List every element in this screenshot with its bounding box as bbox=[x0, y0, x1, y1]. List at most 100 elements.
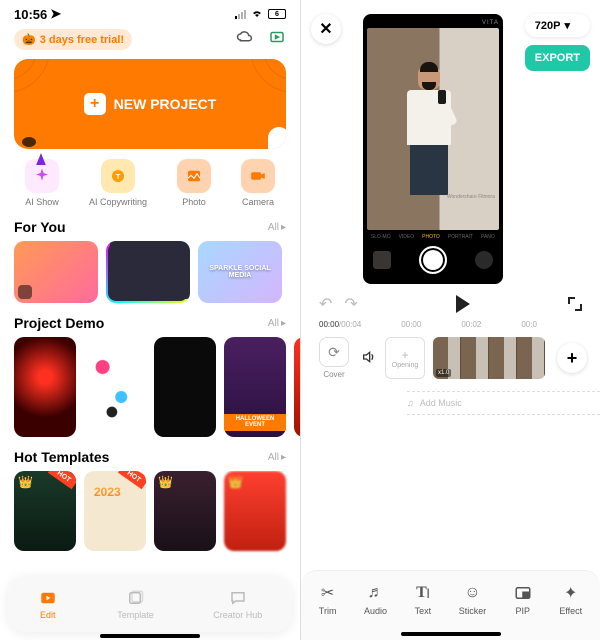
chevron-right-icon: ▸ bbox=[281, 452, 286, 463]
nav-creator-hub[interactable]: Creator Hub bbox=[213, 588, 262, 620]
draft-icon[interactable] bbox=[268, 28, 286, 51]
tool-pip[interactable]: PIP bbox=[514, 583, 532, 616]
bottom-nav: Edit Template Creator Hub bbox=[8, 576, 292, 632]
home-indicator bbox=[401, 632, 501, 636]
chevron-down-icon: ▾ bbox=[564, 19, 570, 32]
tool-photo[interactable]: Photo bbox=[177, 159, 211, 207]
section-project-demo-title: Project Demo bbox=[14, 315, 104, 331]
mute-button[interactable] bbox=[361, 349, 377, 368]
effect-icon: ✦ bbox=[564, 583, 577, 603]
svg-text:T: T bbox=[116, 172, 121, 181]
status-time: 10:56 bbox=[14, 7, 47, 22]
demo-card[interactable] bbox=[154, 337, 216, 437]
for-you-card[interactable] bbox=[14, 241, 98, 303]
for-you-all-link[interactable]: All ▸ bbox=[268, 222, 286, 233]
add-opening-button[interactable]: + Opening bbox=[385, 337, 425, 379]
spiderweb-decoration bbox=[234, 59, 286, 109]
timeline-ruler: 00:00/00:04 00:00 00:02 00:0 bbox=[301, 320, 600, 333]
ghost-decoration bbox=[268, 127, 286, 149]
refresh-icon: ⟳ bbox=[319, 337, 349, 367]
template-icon bbox=[18, 285, 32, 299]
plus-icon: + bbox=[84, 93, 106, 115]
section-hot-title: Hot Templates bbox=[14, 449, 109, 465]
tool-ai-show[interactable]: AI Show bbox=[25, 159, 59, 207]
text-icon: T| bbox=[416, 583, 429, 603]
project-demo-all-link[interactable]: All ▸ bbox=[268, 318, 286, 329]
demo-card[interactable] bbox=[84, 337, 146, 437]
brand-label: VITA bbox=[367, 20, 499, 26]
video-clip[interactable]: x1.0 bbox=[433, 337, 545, 379]
demo-card[interactable] bbox=[14, 337, 76, 437]
shutter-icon bbox=[419, 246, 447, 274]
for-you-card[interactable] bbox=[106, 241, 190, 303]
speed-badge: x1.0 bbox=[436, 369, 451, 377]
status-bar: 10:56 ➤ 6 bbox=[0, 0, 300, 24]
location-icon: ➤ bbox=[50, 6, 61, 22]
hot-badge: HOT bbox=[118, 471, 146, 489]
switch-camera-icon bbox=[475, 251, 493, 269]
for-you-card[interactable]: SPARKLE SOCIAL MEDIA bbox=[198, 241, 282, 303]
hot-all-link[interactable]: All ▸ bbox=[268, 452, 286, 463]
hot-badge: HOT bbox=[48, 471, 76, 489]
trial-banner[interactable]: 🎃 3 days free trial! bbox=[14, 29, 132, 50]
audio-icon: ♬ bbox=[368, 583, 384, 603]
chevron-right-icon: ▸ bbox=[281, 318, 286, 329]
hot-card[interactable]: 2023 HOT bbox=[84, 471, 146, 551]
template-icon bbox=[110, 241, 190, 299]
gallery-thumb bbox=[373, 251, 391, 269]
tool-camera[interactable]: Camera bbox=[241, 159, 275, 207]
video-preview[interactable]: VITA Wondershare Filmora SLO-MOVIDEO PHO… bbox=[363, 14, 503, 284]
cloud-icon[interactable] bbox=[236, 28, 254, 51]
spider-decoration bbox=[22, 137, 36, 147]
close-button[interactable]: ✕ bbox=[311, 14, 341, 44]
tool-ai-copywriting[interactable]: T AI Copywriting bbox=[89, 159, 147, 207]
redo-button[interactable]: ↷ bbox=[344, 294, 357, 314]
demo-card[interactable]: HALLOWEEN EVENT bbox=[224, 337, 286, 437]
tool-sticker[interactable]: ☺Sticker bbox=[459, 583, 487, 616]
scissors-icon: ✂ bbox=[321, 583, 334, 603]
wifi-icon bbox=[250, 8, 264, 21]
play-button[interactable] bbox=[456, 295, 470, 313]
nav-template[interactable]: Template bbox=[117, 588, 154, 620]
music-icon: ♫ bbox=[407, 398, 414, 408]
tool-audio[interactable]: ♬Audio bbox=[364, 583, 387, 616]
year-badge: 2023 bbox=[94, 485, 121, 499]
battery-icon: 6 bbox=[268, 9, 286, 19]
cover-button[interactable]: ⟳ Cover bbox=[315, 337, 353, 379]
add-music-track[interactable]: ♫ Add Music bbox=[407, 391, 600, 415]
fullscreen-button[interactable] bbox=[568, 297, 582, 311]
home-indicator bbox=[100, 634, 200, 638]
hot-card[interactable]: 👑 bbox=[154, 471, 216, 551]
tool-trim[interactable]: ✂Trim bbox=[319, 583, 337, 616]
person-graphic bbox=[404, 64, 454, 204]
watermark: Wondershare Filmora bbox=[447, 195, 495, 200]
resolution-selector[interactable]: 720P ▾ bbox=[525, 14, 590, 37]
crown-icon: 👑 bbox=[18, 475, 33, 489]
signal-icon bbox=[235, 10, 246, 19]
pumpkin-icon: 🎃 bbox=[22, 33, 36, 46]
copywriting-icon: T bbox=[101, 159, 135, 193]
plus-icon: + bbox=[401, 348, 408, 362]
tool-text[interactable]: T|Text bbox=[415, 583, 432, 616]
template-icon bbox=[125, 588, 145, 608]
crown-icon: 👑 bbox=[228, 475, 243, 489]
add-clip-button[interactable]: + bbox=[557, 343, 587, 373]
crown-icon: 👑 bbox=[158, 475, 173, 489]
edit-icon bbox=[38, 588, 58, 608]
chat-icon bbox=[228, 588, 248, 608]
sticker-icon: ☺ bbox=[464, 583, 480, 603]
chevron-right-icon: ▸ bbox=[281, 222, 286, 233]
new-project-button[interactable]: + NEW PROJECT bbox=[14, 59, 286, 149]
tool-effect[interactable]: ✦Effect bbox=[559, 583, 582, 616]
spiderweb-decoration bbox=[14, 59, 66, 109]
camera-icon bbox=[241, 159, 275, 193]
undo-button[interactable]: ↶ bbox=[319, 294, 332, 314]
section-for-you-title: For You bbox=[14, 219, 66, 235]
editor-toolbar: ✂Trim ♬Audio T|Text ☺Sticker PIP ✦Effect bbox=[301, 570, 600, 640]
export-button[interactable]: EXPORT bbox=[525, 45, 590, 71]
camera-modes: SLO-MOVIDEO PHOTOPORTRAITPANO bbox=[367, 232, 499, 242]
nav-edit[interactable]: Edit bbox=[38, 588, 58, 620]
hot-card[interactable]: 👑 HOT bbox=[14, 471, 76, 551]
hot-card[interactable]: 👑 bbox=[224, 471, 286, 551]
photo-icon bbox=[177, 159, 211, 193]
